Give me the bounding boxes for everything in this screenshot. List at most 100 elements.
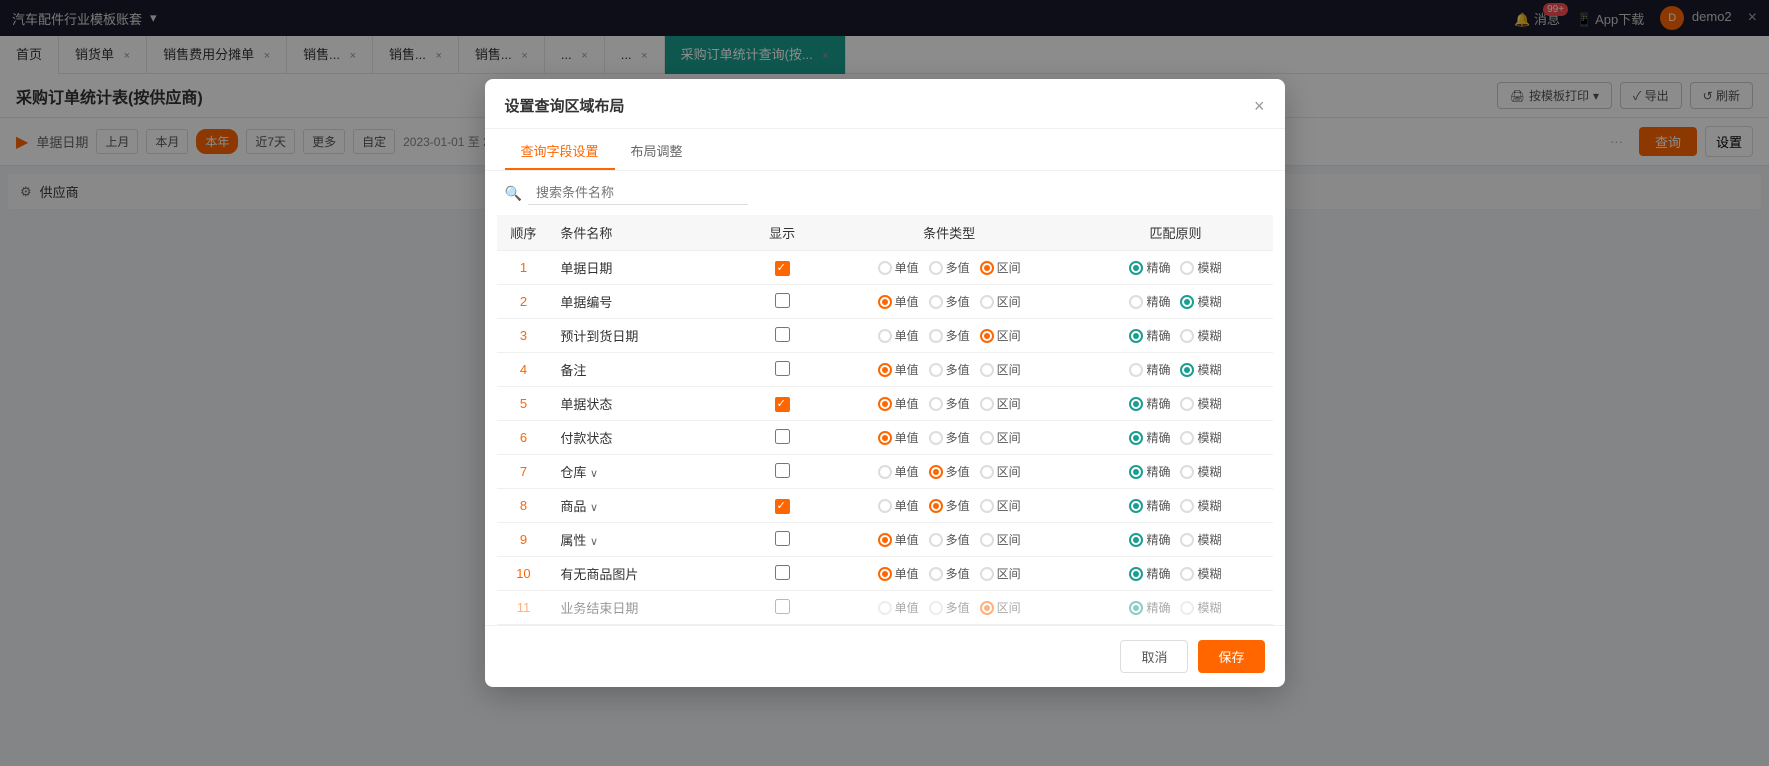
match-option-模糊[interactable]: 模糊	[1180, 565, 1221, 582]
row-order: 10	[497, 557, 551, 591]
match-option-精确[interactable]: 精确	[1129, 497, 1170, 514]
type-option-多值[interactable]: 多值	[929, 327, 970, 344]
cancel-button[interactable]: 取消	[1120, 640, 1188, 673]
type-option-单值[interactable]: 单值	[878, 361, 919, 378]
match-option-模糊[interactable]: 模糊	[1180, 361, 1221, 378]
radio-teal-icon	[1129, 431, 1143, 445]
row-order: 8	[497, 489, 551, 523]
row-match-cell: 精确模糊	[1078, 285, 1272, 319]
match-option-精确[interactable]: 精确	[1129, 599, 1170, 616]
type-option-区间[interactable]: 区间	[980, 565, 1021, 582]
radio-teal-icon	[1129, 533, 1143, 547]
match-option-精确[interactable]: 精确	[1129, 259, 1170, 276]
match-option-精确[interactable]: 精确	[1129, 361, 1170, 378]
dropdown-arrow-icon: ∨	[590, 502, 598, 514]
type-option-区间[interactable]: 区间	[980, 361, 1021, 378]
type-option-单值[interactable]: 单值	[878, 429, 919, 446]
row-condition-name: 有无商品图片	[550, 557, 744, 591]
type-option-区间[interactable]: 区间	[980, 327, 1021, 344]
row-order: 7	[497, 455, 551, 489]
radio-teal-icon	[1180, 533, 1194, 547]
radio-circle-icon	[878, 567, 892, 581]
type-option-单值[interactable]: 单值	[878, 395, 919, 412]
modal-tab-layout[interactable]: 布局调整	[615, 133, 699, 170]
show-checkbox[interactable]	[775, 293, 790, 308]
show-checkbox[interactable]	[775, 599, 790, 614]
type-option-多值[interactable]: 多值	[929, 531, 970, 548]
type-option-多值[interactable]: 多值	[929, 599, 970, 616]
radio-circle-icon	[878, 261, 892, 275]
row-condition-name: 商品 ∨	[550, 489, 744, 523]
modal-close-button[interactable]: ×	[1254, 97, 1265, 115]
match-option-精确[interactable]: 精确	[1129, 565, 1170, 582]
show-checkbox[interactable]	[775, 463, 790, 478]
radio-teal-icon	[1180, 261, 1194, 275]
show-checkbox[interactable]	[775, 565, 790, 580]
match-option-模糊[interactable]: 模糊	[1180, 395, 1221, 412]
type-option-多值[interactable]: 多值	[929, 293, 970, 310]
radio-teal-icon	[1180, 295, 1194, 309]
show-checkbox[interactable]	[775, 361, 790, 376]
show-checkbox[interactable]	[775, 397, 790, 412]
match-option-精确[interactable]: 精确	[1129, 293, 1170, 310]
type-option-单值[interactable]: 单值	[878, 599, 919, 616]
type-option-单值[interactable]: 单值	[878, 293, 919, 310]
type-option-区间[interactable]: 区间	[980, 531, 1021, 548]
match-option-模糊[interactable]: 模糊	[1180, 463, 1221, 480]
show-checkbox[interactable]	[775, 327, 790, 342]
radio-circle-icon	[929, 533, 943, 547]
radio-teal-icon	[1129, 499, 1143, 513]
type-option-单值[interactable]: 单值	[878, 565, 919, 582]
type-option-区间[interactable]: 区间	[980, 463, 1021, 480]
type-option-区间[interactable]: 区间	[980, 259, 1021, 276]
row-type-cell: 单值多值区间	[820, 353, 1079, 387]
radio-circle-icon	[878, 533, 892, 547]
match-option-精确[interactable]: 精确	[1129, 395, 1170, 412]
match-option-精确[interactable]: 精确	[1129, 531, 1170, 548]
type-option-单值[interactable]: 单值	[878, 259, 919, 276]
modal-search-area: 🔍	[485, 171, 1285, 215]
row-show-checkbox-cell	[744, 591, 819, 625]
type-option-多值[interactable]: 多值	[929, 463, 970, 480]
type-option-单值[interactable]: 单值	[878, 327, 919, 344]
radio-teal-icon	[1180, 431, 1194, 445]
type-option-多值[interactable]: 多值	[929, 429, 970, 446]
match-option-模糊[interactable]: 模糊	[1180, 259, 1221, 276]
type-option-单值[interactable]: 单值	[878, 463, 919, 480]
radio-teal-icon	[1180, 567, 1194, 581]
row-match-cell: 精确模糊	[1078, 251, 1272, 285]
show-checkbox[interactable]	[775, 531, 790, 546]
type-option-多值[interactable]: 多值	[929, 259, 970, 276]
modal-tab-query-fields[interactable]: 查询字段设置	[505, 133, 615, 170]
show-checkbox[interactable]	[775, 261, 790, 276]
type-option-区间[interactable]: 区间	[980, 293, 1021, 310]
type-option-区间[interactable]: 区间	[980, 429, 1021, 446]
match-option-模糊[interactable]: 模糊	[1180, 599, 1221, 616]
match-option-模糊[interactable]: 模糊	[1180, 429, 1221, 446]
show-checkbox[interactable]	[775, 499, 790, 514]
type-option-区间[interactable]: 区间	[980, 497, 1021, 514]
match-option-精确[interactable]: 精确	[1129, 463, 1170, 480]
show-checkbox[interactable]	[775, 429, 790, 444]
match-option-精确[interactable]: 精确	[1129, 429, 1170, 446]
row-show-checkbox-cell	[744, 353, 819, 387]
type-option-多值[interactable]: 多值	[929, 361, 970, 378]
type-option-多值[interactable]: 多值	[929, 395, 970, 412]
radio-circle-icon	[878, 295, 892, 309]
type-option-区间[interactable]: 区间	[980, 395, 1021, 412]
type-option-多值[interactable]: 多值	[929, 565, 970, 582]
search-input[interactable]	[528, 181, 748, 205]
match-option-模糊[interactable]: 模糊	[1180, 497, 1221, 514]
type-option-单值[interactable]: 单值	[878, 497, 919, 514]
type-option-多值[interactable]: 多值	[929, 497, 970, 514]
radio-teal-icon	[1180, 397, 1194, 411]
match-option-模糊[interactable]: 模糊	[1180, 327, 1221, 344]
match-option-精确[interactable]: 精确	[1129, 327, 1170, 344]
type-option-单值[interactable]: 单值	[878, 531, 919, 548]
radio-circle-icon	[980, 601, 994, 615]
match-option-模糊[interactable]: 模糊	[1180, 531, 1221, 548]
save-button[interactable]: 保存	[1198, 640, 1264, 673]
row-condition-name: 付款状态	[550, 421, 744, 455]
type-option-区间[interactable]: 区间	[980, 599, 1021, 616]
match-option-模糊[interactable]: 模糊	[1180, 293, 1221, 310]
